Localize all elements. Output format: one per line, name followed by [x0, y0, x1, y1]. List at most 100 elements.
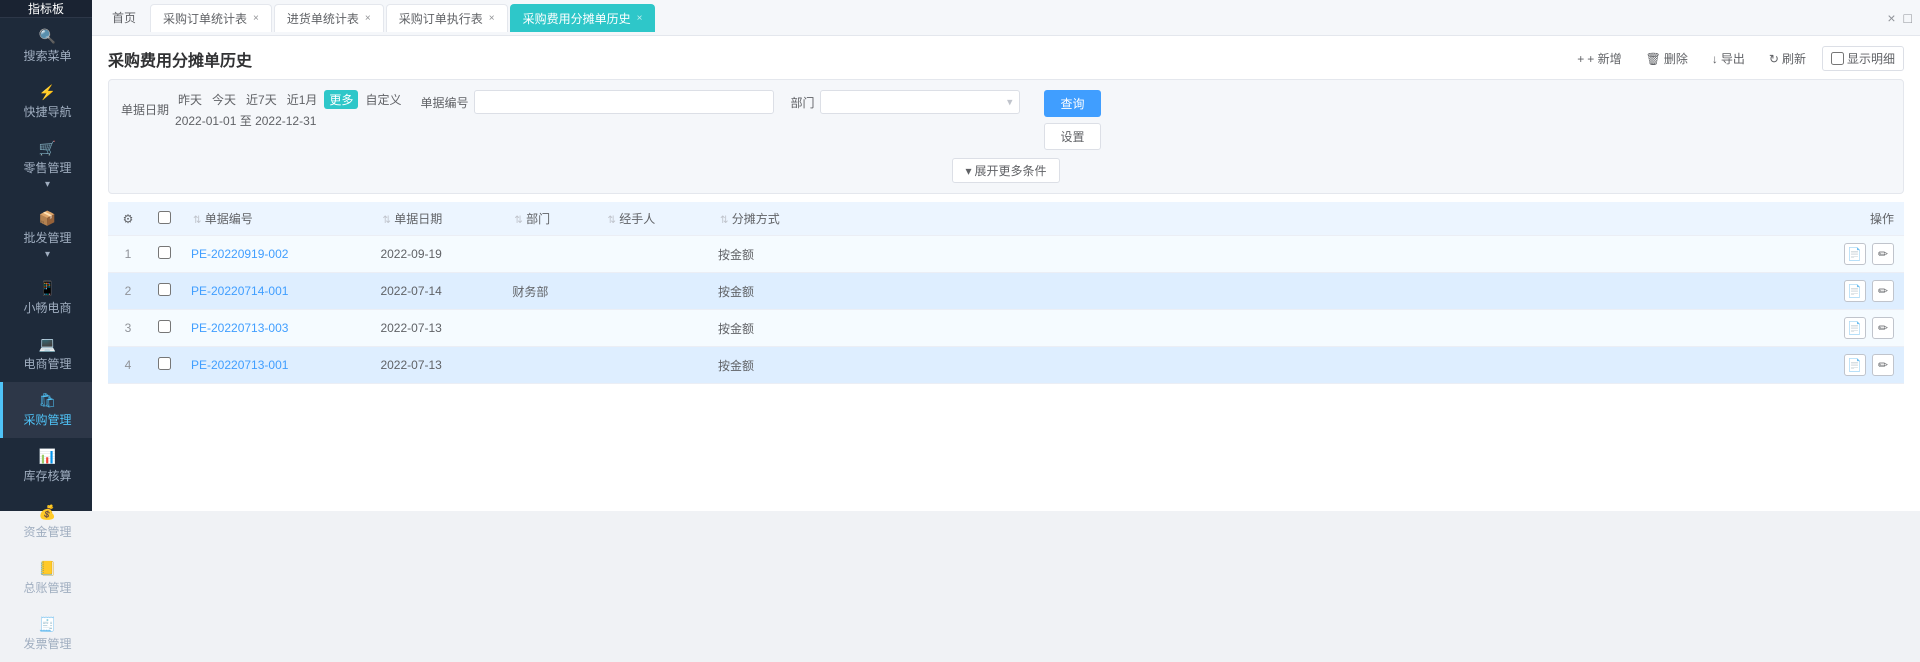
doc-num-link[interactable]: PE-20220713-001: [191, 358, 288, 372]
edit-action-icon[interactable]: ✏: [1872, 280, 1894, 302]
expand-more-button[interactable]: ▾ 展开更多条件: [952, 158, 1059, 183]
row-checkbox-cell[interactable]: [148, 236, 181, 273]
add-label: + 新增: [1587, 50, 1621, 67]
sidebar-item-stock[interactable]: 📊 库存核算: [0, 438, 92, 494]
sidebar-item-label: 搜索菜单: [9, 47, 86, 64]
show-columns-button[interactable]: 显示明细: [1822, 46, 1904, 71]
edit-action-icon[interactable]: ✏: [1872, 317, 1894, 339]
sidebar-item-quicknav[interactable]: ⚡ 快捷导航: [0, 74, 92, 130]
select-all-checkbox[interactable]: [158, 211, 171, 224]
view-action-icon[interactable]: 📄: [1844, 280, 1866, 302]
tab-home[interactable]: 首页: [100, 4, 148, 32]
main-content: 首页 采购订单统计表 × 进货单统计表 × 采购订单执行表 × 采购费用分摊单历…: [92, 0, 1920, 511]
col-sort-icon[interactable]: ⇅: [193, 215, 201, 226]
row-checkbox[interactable]: [158, 283, 171, 296]
tab-close-icon[interactable]: ×: [637, 13, 643, 24]
row-checkbox[interactable]: [158, 246, 171, 259]
last1month-shortcut[interactable]: 近1月: [284, 90, 321, 109]
sidebar-item-finance[interactable]: 💰 资金管理: [0, 494, 92, 550]
view-action-icon[interactable]: 📄: [1844, 243, 1866, 265]
row-actions: 📄 ✏: [1786, 347, 1904, 384]
tab-label: 进货单统计表: [287, 10, 359, 27]
today-shortcut[interactable]: 今天: [209, 90, 239, 109]
delete-button[interactable]: 🗑 删除: [1638, 46, 1696, 71]
tab-incoming-stat[interactable]: 进货单统计表 ×: [274, 4, 384, 32]
col-sort-icon[interactable]: ⇅: [514, 215, 522, 226]
yesterday-shortcut[interactable]: 昨天: [175, 90, 205, 109]
row-dept: [502, 310, 595, 347]
row-doc-date: 2022-07-14: [370, 273, 502, 310]
date-shortcuts: 昨天 今天 近7天 近1月 更多 自定义 2022-01-01 至 2022-1…: [175, 90, 404, 129]
row-checkbox-cell[interactable]: [148, 273, 181, 310]
row-checkbox-cell[interactable]: [148, 310, 181, 347]
sidebar-item-label: 电商管理: [9, 355, 86, 372]
row-split-method: 按金额: [708, 236, 1786, 273]
delete-icon: 🗑: [1646, 52, 1661, 66]
col-sort-icon[interactable]: ⇅: [720, 215, 728, 226]
custom-shortcut[interactable]: 自定义: [362, 90, 404, 109]
row-handler: [596, 310, 709, 347]
show-columns-label: 显示明细: [1847, 50, 1895, 67]
show-columns-checkbox[interactable]: [1831, 52, 1844, 65]
tab-purchase-cost-history[interactable]: 采购费用分摊单历史 ×: [510, 4, 656, 32]
shopping-icon: 🛍: [9, 392, 86, 409]
sidebar-item-retail[interactable]: 🛒 零售管理 ▾: [0, 130, 92, 200]
sidebar-item-label: 批发管理: [9, 229, 86, 246]
toolbar: + + 新增 🗑 删除 ↓ 导出 ↻ 刷新 显示明细: [1569, 46, 1904, 71]
sidebar-item-wholesale[interactable]: 📦 批发管理 ▾: [0, 200, 92, 270]
doc-num-link[interactable]: PE-20220713-003: [191, 321, 288, 335]
sidebar-item-label: 小畅电商: [9, 299, 86, 316]
sidebar-item-invoice[interactable]: 🧾 发票管理: [0, 606, 92, 662]
refresh-label: 刷新: [1782, 50, 1806, 67]
view-action-icon[interactable]: 📄: [1844, 354, 1866, 376]
doc-num-input[interactable]: [474, 90, 774, 114]
tab-close-all-icon[interactable]: ×: [1887, 10, 1895, 26]
export-button[interactable]: ↓ 导出: [1704, 46, 1753, 71]
edit-action-icon[interactable]: ✏: [1872, 243, 1894, 265]
row-checkbox-cell[interactable]: [148, 347, 181, 384]
add-button[interactable]: + + 新增: [1569, 46, 1629, 71]
settings-button[interactable]: 设置: [1044, 123, 1100, 150]
tab-purchase-order-exec[interactable]: 采购订单执行表 ×: [386, 4, 508, 32]
doc-num-link[interactable]: PE-20220714-001: [191, 284, 288, 298]
edit-action-icon[interactable]: ✏: [1872, 354, 1894, 376]
gear-column-header[interactable]: ⚙: [108, 202, 148, 236]
doc-num-link[interactable]: PE-20220919-002: [191, 247, 288, 261]
dept-field: 部门 财务部 ▾: [790, 90, 1020, 114]
invoice-icon: 🧾: [9, 616, 86, 633]
row-split-method: 按金额: [708, 347, 1786, 384]
sidebar-item-ledger[interactable]: 📒 总账管理: [0, 550, 92, 606]
sidebar-item-ecom[interactable]: 💻 电商管理: [0, 326, 92, 382]
row-dept: [502, 236, 595, 273]
row-checkbox[interactable]: [158, 320, 171, 333]
add-icon: +: [1577, 52, 1584, 66]
row-dept: 财务部: [502, 273, 595, 310]
sidebar-item-purchase[interactable]: 🛍 采购管理: [0, 382, 92, 438]
dept-select[interactable]: 财务部: [820, 90, 1020, 114]
refresh-button[interactable]: ↻ 刷新: [1761, 46, 1814, 71]
row-handler: [596, 347, 709, 384]
tab-label: 采购订单统计表: [163, 10, 247, 27]
sidebar-item-search[interactable]: 🔍 搜索菜单: [0, 18, 92, 74]
refresh-icon: ↻: [1769, 52, 1779, 66]
box-icon: 📦: [9, 210, 86, 227]
col-sort-icon[interactable]: ⇅: [608, 215, 616, 226]
row-num: 3: [108, 310, 148, 347]
tab-close-icon[interactable]: ×: [253, 13, 259, 24]
search-button[interactable]: 查询: [1044, 90, 1100, 117]
col-sort-icon[interactable]: ⇅: [382, 215, 390, 226]
last7days-shortcut[interactable]: 近7天: [243, 90, 280, 109]
sidebar-item-mini[interactable]: 📱 小畅电商: [0, 270, 92, 326]
search-actions: 查询 设置: [1044, 90, 1100, 150]
mobile-icon: 📱: [9, 280, 86, 297]
view-action-icon[interactable]: 📄: [1844, 317, 1866, 339]
search-row: 单据日期 昨天 今天 近7天 近1月 更多 自定义 2022-01-01 至 2…: [121, 90, 1891, 150]
more-shortcut[interactable]: 更多: [324, 90, 358, 109]
tab-maximize-icon[interactable]: □: [1904, 10, 1912, 26]
tab-close-icon[interactable]: ×: [489, 13, 495, 24]
tab-purchase-order-stat[interactable]: 采购订单统计表 ×: [150, 4, 272, 32]
tab-close-icon[interactable]: ×: [365, 13, 371, 24]
row-checkbox[interactable]: [158, 357, 171, 370]
checkbox-column-header[interactable]: [148, 202, 181, 236]
expand-more-container: ▾ 展开更多条件: [121, 158, 1891, 183]
